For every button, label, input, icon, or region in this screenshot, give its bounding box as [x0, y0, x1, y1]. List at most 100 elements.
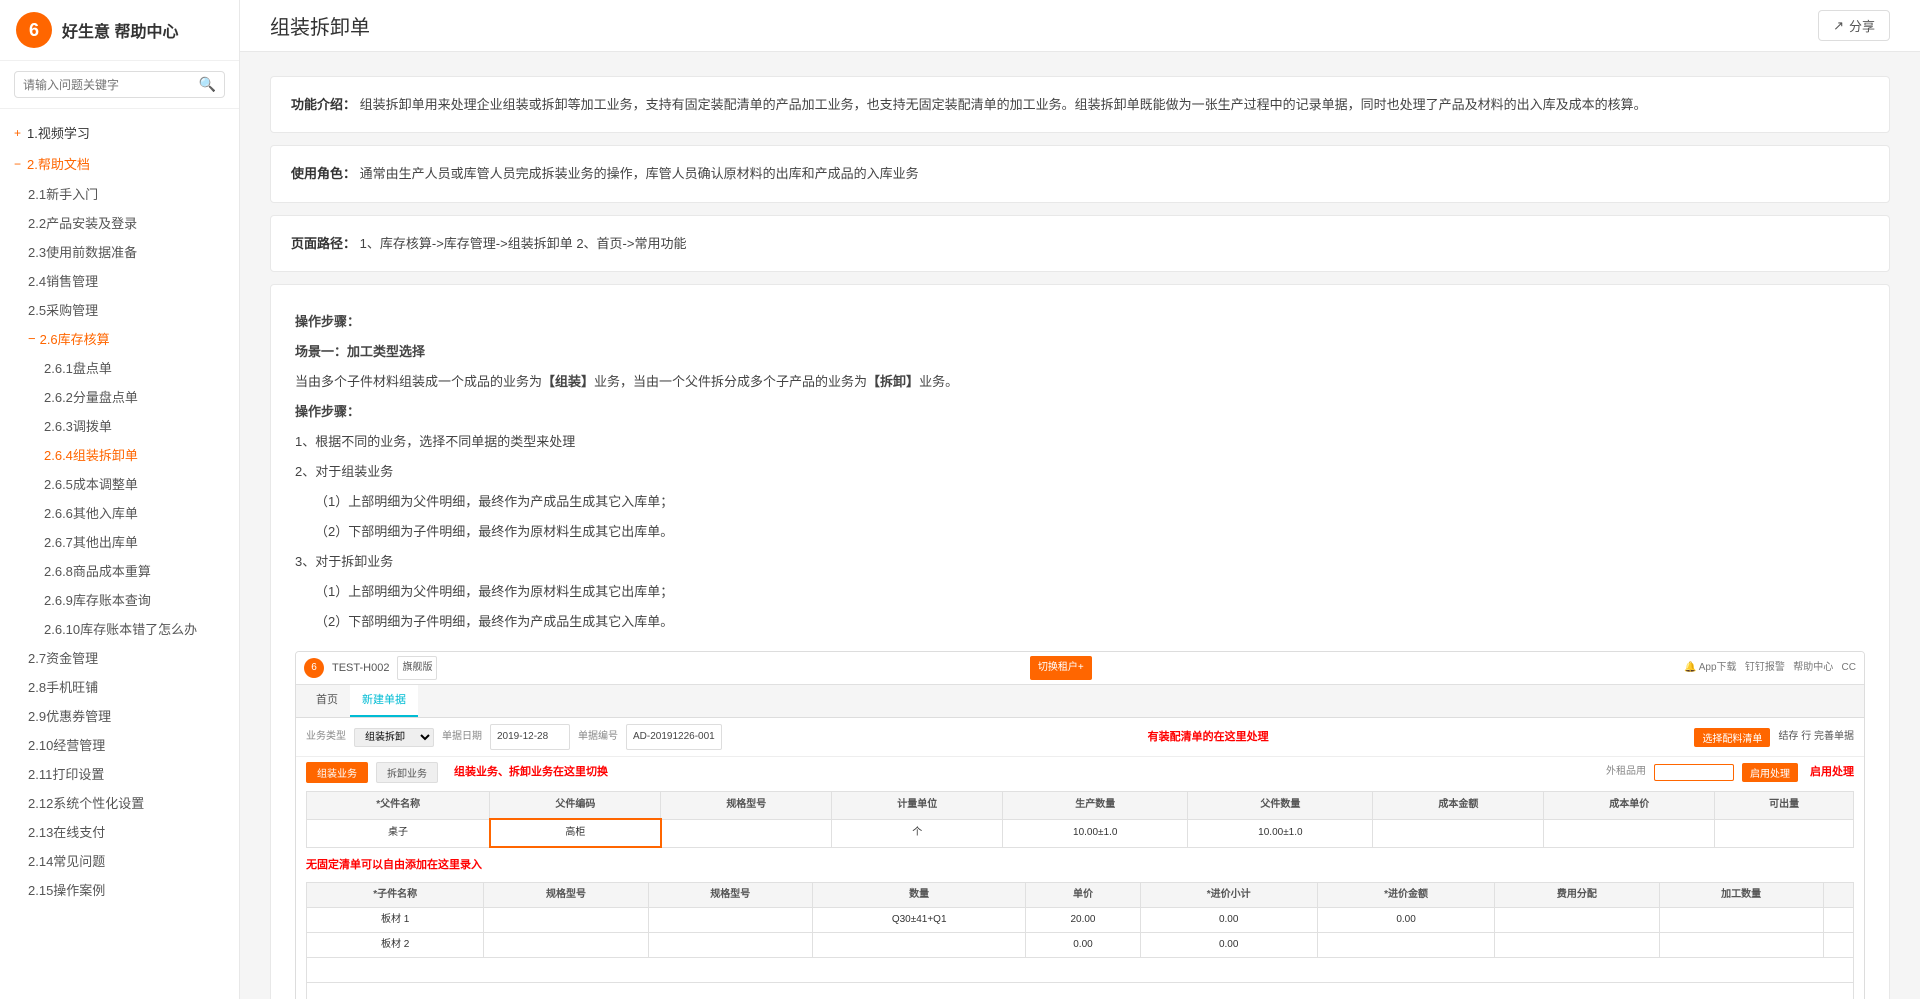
sidebar-item-2-15[interactable]: 2.15操作案例	[0, 875, 239, 904]
sidebar-item-video[interactable]: + 1.视频学习	[0, 117, 239, 148]
app-logo: 6	[16, 12, 52, 48]
mock-lower-table-area: *子件名称 规格型号 规格型号 数量 单价 *进价小计 *进价金额 费用分配 加…	[296, 878, 1864, 999]
sidebar-item-2-6-9[interactable]: 2.6.9库存账本查询	[0, 585, 239, 614]
mock-screen: 6 TEST-H002 旗舰版 切换租户+ 🔔 App下载 钉钉报警 帮助中心 …	[296, 652, 1864, 999]
sidebar-item-2-8[interactable]: 2.8手机旺铺	[0, 672, 239, 701]
sidebar-item-2-7[interactable]: 2.7资金管理	[0, 643, 239, 672]
mock-type-disassemble[interactable]: 拆卸业务	[376, 762, 438, 783]
mock-tab-new[interactable]: 新建单据	[350, 685, 418, 717]
mock-num-label: 单据编号	[578, 727, 618, 747]
mock-version: 旗舰版	[397, 656, 437, 680]
sidebar-item-2-6-2[interactable]: 2.6.2分量盘点单	[0, 382, 239, 411]
sidebar-item-2-11[interactable]: 2.11打印设置	[0, 759, 239, 788]
mock-actions: 结存 行 完善单据	[1778, 727, 1854, 747]
mock-lr2-c8	[1495, 933, 1659, 958]
mock-annotation1: 有装配清单的在这里处理	[1148, 731, 1269, 743]
path-text: 1、库存核算->库存管理->组装拆卸单 2、首页->常用功能	[360, 236, 687, 251]
mock-annotation3: 启用处理	[1810, 761, 1854, 783]
sidebar-item-2-6-5[interactable]: 2.6.5成本调整单	[0, 469, 239, 498]
sidebar-nav: + 1.视频学习 − 2.帮助文档 2.1新手入门 2.2产品安装及登录 2.3…	[0, 109, 239, 999]
collapse-icon-2-6: −	[28, 331, 36, 346]
mock-lr1-c7: 0.00	[1317, 908, 1494, 933]
main-content-body: 操作步骤： 场景一：加工类型选择 当由多个子件材料组装成一个成品的业务为【组装】…	[270, 284, 1890, 999]
mock-lr3-empty	[307, 958, 1854, 983]
search-icon[interactable]: 🔍	[199, 76, 216, 93]
step3-1: （1）上部明细为父件明细，最终作为原材料生成其它出库单；	[315, 579, 1865, 605]
mock-topbar: 6 TEST-H002 旗舰版 切换租户+ 🔔 App下载 钉钉报警 帮助中心 …	[296, 652, 1864, 685]
mock-lth-9: 加工数量	[1659, 883, 1823, 908]
mock-lr1-c4: Q30±41+Q1	[812, 908, 1026, 933]
mock-lr2-c2	[484, 933, 648, 958]
search-box[interactable]: 🔍	[14, 71, 225, 98]
mock-tab-home[interactable]: 首页	[304, 685, 350, 717]
sidebar-item-2-12[interactable]: 2.12系统个性化设置	[0, 788, 239, 817]
topbar: 组装拆卸单 ↗ 分享	[240, 0, 1920, 52]
mock-date-value: 2019-12-28	[490, 724, 570, 750]
sidebar-item-2-6[interactable]: − 2.6库存核算	[0, 324, 239, 353]
mock-type-assemble[interactable]: 组装业务	[306, 762, 368, 783]
sidebar-label-1: 1.视频学习	[27, 123, 90, 142]
sidebar-item-2-6-10[interactable]: 2.6.10库存账本错了怎么办	[0, 614, 239, 643]
share-button[interactable]: ↗ 分享	[1818, 10, 1890, 41]
mock-th-father-qty: 父件数量	[1188, 792, 1373, 820]
mock-num-value: AD-20191226-001	[626, 724, 722, 750]
sidebar-header: 6 好生意 帮助中心	[0, 0, 239, 61]
mock-lth-1: *子件名称	[307, 883, 484, 908]
mock-lr1-c9	[1659, 908, 1823, 933]
expand-icon: +	[14, 126, 21, 140]
sidebar-item-2-2[interactable]: 2.2产品安装及登录	[0, 208, 239, 237]
mock-th-available: 可出量	[1715, 792, 1854, 820]
mock-lth-3: 规格型号	[648, 883, 812, 908]
mock-upper-cell-name: 桌子	[307, 819, 490, 847]
mock-process-btn[interactable]: 启用处理	[1742, 763, 1798, 782]
mock-worker-input[interactable]	[1654, 764, 1734, 781]
search-input[interactable]	[23, 78, 199, 92]
mock-upper-cell-prod-qty: 10.00±1.0	[1003, 819, 1188, 847]
mock-company: TEST-H002	[332, 657, 389, 679]
mock-type-select[interactable]: 组装拆卸	[354, 728, 434, 747]
mock-new-btn[interactable]: 切换租户+	[1030, 656, 1092, 680]
mock-logo: 6	[304, 658, 324, 678]
mock-lower-row-4	[307, 983, 1854, 999]
mock-lr4-empty	[307, 983, 1854, 999]
sidebar-item-2-6-7[interactable]: 2.6.7其他出库单	[0, 527, 239, 556]
mock-lr2-c1: 板材 2	[307, 933, 484, 958]
mock-th-cost-price: 成本单价	[1544, 792, 1715, 820]
mock-upper-cell-cost-amt	[1373, 819, 1544, 847]
main-area: 组装拆卸单 ↗ 分享 功能介绍： 组装拆卸单用来处理企业组装或拆卸等加工业务，支…	[240, 0, 1920, 999]
mock-lower-table: *子件名称 规格型号 规格型号 数量 单价 *进价小计 *进价金额 费用分配 加…	[306, 882, 1854, 999]
mock-lr2-c9	[1659, 933, 1823, 958]
mock-lth-8: 费用分配	[1495, 883, 1659, 908]
sidebar-item-2-4[interactable]: 2.4销售管理	[0, 266, 239, 295]
mock-upper-row-1: 桌子 高柜 个 10.00±1.0 10.00±1.0	[307, 819, 1854, 847]
sidebar-item-2-1[interactable]: 2.1新手入门	[0, 179, 239, 208]
sidebar-item-2-6-1[interactable]: 2.6.1盘点单	[0, 353, 239, 382]
content-area: 功能介绍： 组装拆卸单用来处理企业组装或拆卸等加工业务，支持有固定装配清单的产品…	[240, 52, 1920, 999]
sidebar-item-2-6-6[interactable]: 2.6.6其他入库单	[0, 498, 239, 527]
mock-lr1-c10	[1823, 908, 1853, 933]
screenshot-container: 6 TEST-H002 旗舰版 切换租户+ 🔔 App下载 钉钉报警 帮助中心 …	[295, 651, 1865, 999]
step3-2: （2）下部明细为子件明细，最终作为产成品生成其它入库单。	[315, 609, 1865, 635]
sidebar-item-2-6-4[interactable]: 2.6.4组装拆卸单	[0, 440, 239, 469]
sidebar-item-2-3[interactable]: 2.3使用前数据准备	[0, 237, 239, 266]
mock-upper-cell-avail	[1715, 819, 1854, 847]
path-label: 页面路径：	[291, 236, 356, 251]
sidebar-item-2-5[interactable]: 2.5采购管理	[0, 295, 239, 324]
sidebar-item-2-14[interactable]: 2.14常见问题	[0, 846, 239, 875]
mock-assembly-btn[interactable]: 选择配料清单	[1694, 728, 1770, 747]
mock-form-bar: 业务类型 组装拆卸 单据日期 2019-12-28 单据编号 AD-201912…	[296, 718, 1864, 757]
mock-th-spec: 规格型号	[661, 792, 832, 820]
mock-type-area: 组装业务 拆卸业务 组装业务、拆卸业务在这里切换 外租品用 启用处理 启用处理	[296, 757, 1864, 787]
mock-upper-cell-spec	[661, 819, 832, 847]
step2: 2、对于组装业务	[295, 459, 1865, 485]
sidebar-item-2-6-3[interactable]: 2.6.3调拨单	[0, 411, 239, 440]
sidebar-item-2-6-8[interactable]: 2.6.8商品成本重算	[0, 556, 239, 585]
sidebar-item-2-9[interactable]: 2.9优惠券管理	[0, 701, 239, 730]
mock-upper-cell-unit: 个	[832, 819, 1003, 847]
sidebar-label-2: 2.帮助文档	[27, 154, 90, 173]
sidebar-item-2-13[interactable]: 2.13在线支付	[0, 817, 239, 846]
sidebar-item-docs[interactable]: − 2.帮助文档	[0, 148, 239, 179]
mock-lr1-c2	[484, 908, 648, 933]
sidebar-item-2-10[interactable]: 2.10经营管理	[0, 730, 239, 759]
step2-1: （1）上部明细为父件明细，最终作为产成品生成其它入库单；	[315, 489, 1865, 515]
